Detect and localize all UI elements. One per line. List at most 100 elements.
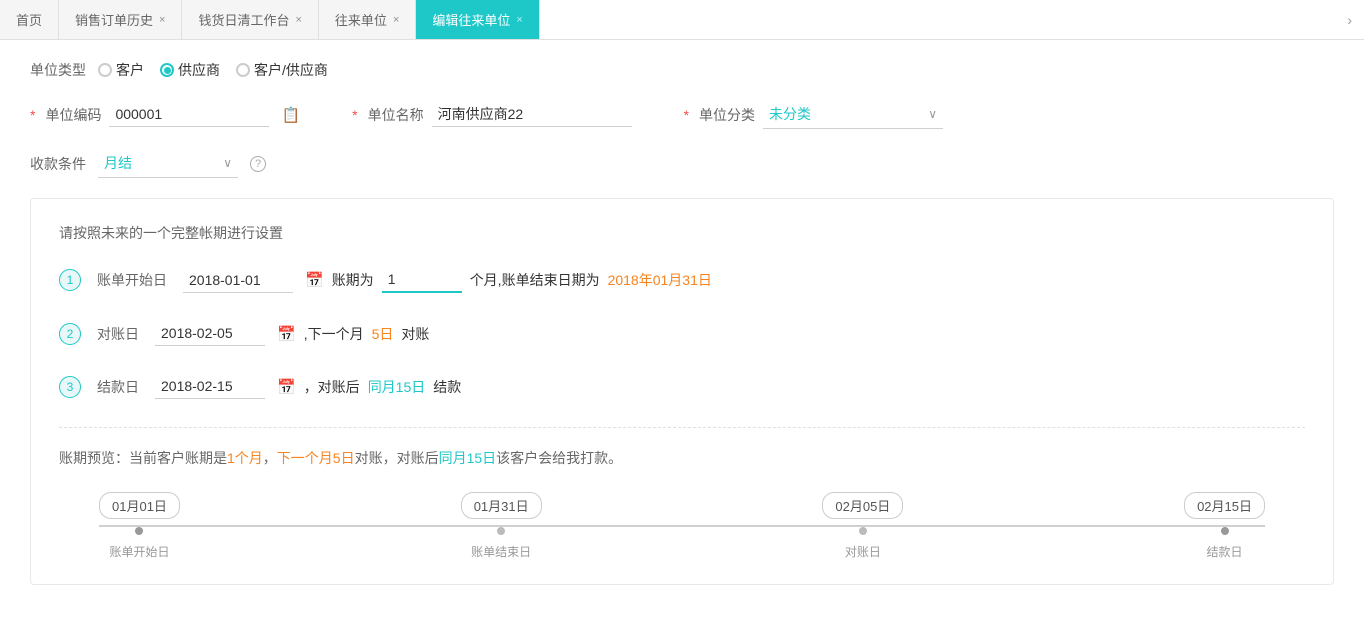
- payment-row: 收款条件 月结 ∨ ?: [30, 149, 1334, 178]
- payment-value: 月结: [104, 153, 215, 173]
- step-1-num-input[interactable]: [382, 267, 462, 293]
- unit-type-label: 单位类型: [30, 60, 86, 80]
- unit-code-copy-icon[interactable]: 📋: [281, 106, 300, 124]
- step-1-suffix-mid: 个月,账单结束日期为: [470, 270, 600, 290]
- main-content: 单位类型 客户 供应商 客户/供应商 * 单位编码 📋 *: [0, 40, 1364, 625]
- unit-category-value: 未分类: [769, 104, 920, 124]
- step-2-date-input[interactable]: [155, 321, 265, 346]
- step-1-row: 1 账单开始日 📅 账期为 个月,账单结束日期为 2018年01月31日: [59, 267, 1305, 293]
- unit-code-star: *: [30, 107, 35, 123]
- tab-bar: 首页 销售订单历史 × 钱货日清工作台 × 往来单位 × 编辑往来单位 × ›: [0, 0, 1364, 40]
- unit-name-group: * 单位名称: [352, 102, 631, 127]
- unit-name-star: *: [352, 107, 357, 123]
- unit-name-label: 单位名称: [368, 105, 424, 125]
- tab-cash-close-icon[interactable]: ×: [295, 14, 301, 26]
- tab-cash-work[interactable]: 钱货日清工作台 ×: [182, 0, 318, 39]
- timeline-node-2: 01月31日 账单结束日: [461, 492, 542, 560]
- step-3-content: 📅 ，对账后 同月15日 结款: [155, 374, 461, 399]
- tab-sales-label: 销售订单历史: [75, 10, 153, 29]
- preview-text: 账期预览：当前客户账期是1个月，下一个月5日对账，对账后同月15日该客户会给我打…: [59, 448, 1305, 468]
- radio-supplier[interactable]: 供应商: [160, 60, 220, 80]
- step-1-suffix-before: 账期为: [332, 270, 374, 290]
- step-1-label: 账单开始日: [97, 270, 167, 290]
- step-2-suffix1: ,下一个月: [304, 324, 364, 344]
- step-1-num: 1: [59, 269, 81, 291]
- radio-both[interactable]: 客户/供应商: [236, 60, 328, 80]
- tab-sales-history[interactable]: 销售订单历史 ×: [59, 0, 182, 39]
- tab-cash-label: 钱货日清工作台: [198, 10, 289, 29]
- radio-both-circle: [236, 63, 250, 77]
- unit-info-row: * 单位编码 📋 * 单位名称 * 单位分类 未分类 ∨: [30, 100, 1334, 129]
- step-2-row: 2 对账日 📅 ,下一个月 5日 对账: [59, 321, 1305, 346]
- preview-part5: 该客户会给我打款。: [496, 450, 622, 466]
- expand-icon: ›: [1347, 12, 1352, 28]
- unit-name-input[interactable]: [432, 102, 632, 127]
- preview-part1: 1个月: [227, 450, 263, 466]
- timeline-pill-2: 01月31日: [461, 492, 542, 519]
- preview-part4: 同月15日: [439, 450, 497, 466]
- payment-dropdown[interactable]: 月结 ∨: [98, 149, 238, 178]
- unit-code-label: 单位编码: [45, 105, 101, 125]
- preview-comma1: ，: [263, 450, 277, 466]
- step-1-cal-icon[interactable]: 📅: [305, 271, 324, 289]
- tab-edit-close-icon[interactable]: ×: [516, 14, 522, 26]
- step-3-num: 3: [59, 376, 81, 398]
- timeline-pill-4: 02月15日: [1184, 492, 1265, 519]
- tab-home-label: 首页: [16, 10, 42, 29]
- tab-sales-close-icon[interactable]: ×: [159, 14, 165, 26]
- step-2-highlight1: 5日: [372, 324, 394, 344]
- timeline-pill-1: 01月01日: [99, 492, 180, 519]
- payment-label: 收款条件: [30, 154, 86, 174]
- timeline-dot-4: [1221, 527, 1229, 535]
- step-1-date-input[interactable]: [183, 268, 293, 293]
- tab-partner-label: 往来单位: [335, 10, 387, 29]
- timeline-wrapper: 01月01日 账单开始日 01月31日 账单结束日 02月05日 对账日 02月…: [59, 492, 1305, 560]
- radio-both-label: 客户/供应商: [254, 60, 328, 80]
- preview-label: 账期预览：当前客户账期是: [59, 450, 227, 466]
- radio-supplier-label: 供应商: [178, 60, 220, 80]
- step-3-date-input[interactable]: [155, 374, 265, 399]
- step-2-num: 2: [59, 323, 81, 345]
- timeline-label-4: 结款日: [1207, 543, 1243, 560]
- timeline-node-4: 02月15日 结款日: [1184, 492, 1265, 560]
- radio-customer[interactable]: 客户: [98, 60, 144, 80]
- timeline-dot-2: [497, 527, 505, 535]
- timeline-label-1: 账单开始日: [109, 543, 169, 560]
- section-title: 请按照未来的一个完整帐期进行设置: [59, 223, 1305, 243]
- unit-code-input[interactable]: [109, 102, 269, 127]
- payment-help-icon[interactable]: ?: [250, 156, 266, 172]
- step-3-suffix2: 结款: [433, 377, 461, 397]
- step-2-cal-icon[interactable]: 📅: [277, 325, 296, 343]
- timeline-pill-3: 02月05日: [822, 492, 903, 519]
- unit-category-dropdown[interactable]: 未分类 ∨: [763, 100, 943, 129]
- step-3-row: 3 结款日 📅 ，对账后 同月15日 结款: [59, 374, 1305, 399]
- tab-edit-label: 编辑往来单位: [432, 10, 510, 29]
- step-2-content: 📅 ,下一个月 5日 对账: [155, 321, 429, 346]
- timeline-label-2: 账单结束日: [471, 543, 531, 560]
- unit-category-label: 单位分类: [699, 105, 755, 125]
- step-3-highlight1: 同月15日: [368, 377, 426, 397]
- radio-customer-circle: [98, 63, 112, 77]
- unit-category-star: *: [684, 107, 689, 123]
- tab-partner[interactable]: 往来单位 ×: [319, 0, 416, 39]
- preview-part2: 下一个月5日: [277, 450, 355, 466]
- step-3-label: 结款日: [97, 377, 139, 397]
- timeline-dot-3: [859, 527, 867, 535]
- step-1-content: 📅 账期为 个月,账单结束日期为 2018年01月31日: [183, 267, 712, 293]
- period-settings-section: 请按照未来的一个完整帐期进行设置 1 账单开始日 📅 账期为 个月,账单结束日期…: [30, 198, 1334, 585]
- unit-type-radio-group: 客户 供应商 客户/供应商: [98, 60, 328, 80]
- step-2-suffix2: 对账: [401, 324, 429, 344]
- tab-home[interactable]: 首页: [0, 0, 59, 39]
- unit-code-group: * 单位编码 📋: [30, 102, 300, 127]
- step-3-cal-icon[interactable]: 📅: [277, 378, 296, 396]
- tab-edit-partner[interactable]: 编辑往来单位 ×: [416, 0, 539, 39]
- tab-partner-close-icon[interactable]: ×: [393, 14, 399, 26]
- timeline-node-1: 01月01日 账单开始日: [99, 492, 180, 560]
- radio-customer-label: 客户: [116, 60, 144, 80]
- timeline-dot-1: [135, 527, 143, 535]
- timeline-label-3: 对账日: [845, 543, 881, 560]
- unit-category-arrow-icon: ∨: [928, 107, 937, 121]
- tab-expand-button[interactable]: ›: [1335, 0, 1364, 39]
- unit-type-row: 单位类型 客户 供应商 客户/供应商: [30, 60, 1334, 80]
- payment-arrow-icon: ∨: [223, 156, 232, 170]
